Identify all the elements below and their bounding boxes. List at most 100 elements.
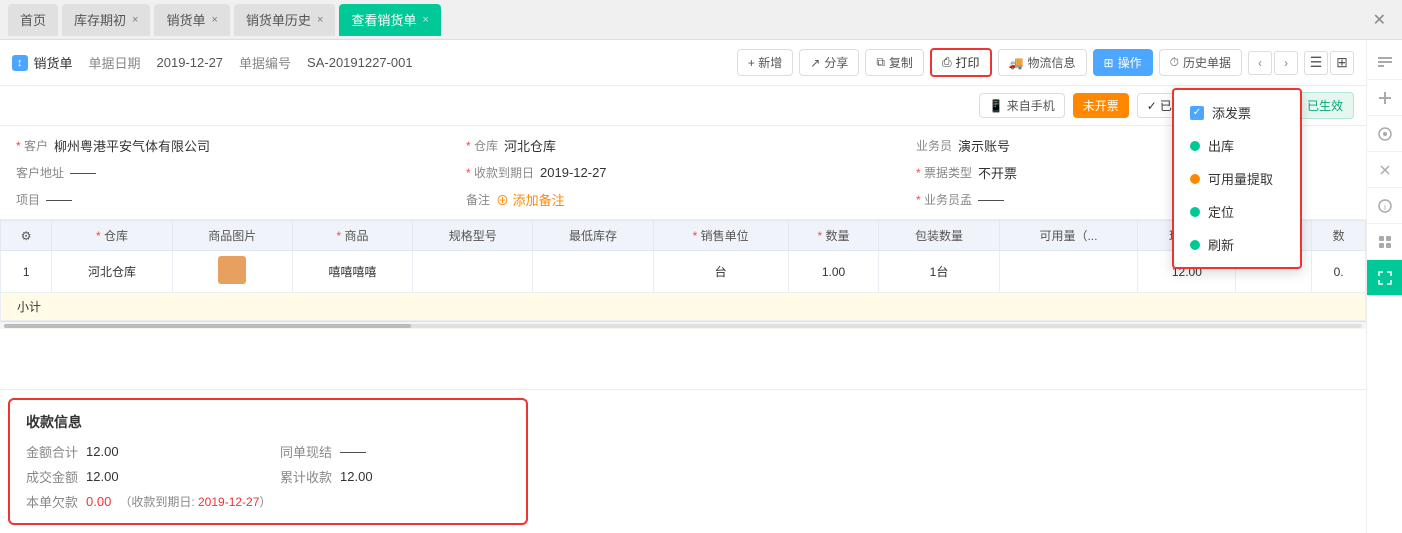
next-button[interactable]: › [1274,51,1298,75]
cell-quantity: 1.00 [788,251,879,293]
share-icon: ↗ [810,56,820,70]
tab-sales[interactable]: 销货单 × [154,4,229,36]
sidebar-icon-4[interactable] [1367,152,1402,188]
col-pack-qty: 包装数量 [879,221,999,251]
history-button[interactable]: ⏱ 历史单据 [1159,49,1242,76]
add-note-button[interactable]: ⊕ 添加备注 [496,190,565,209]
print-label: 打印 [956,54,980,71]
window-close-button[interactable]: ✕ [1365,6,1394,34]
project-label: 项目 [16,191,40,208]
logistics-button[interactable]: 🚚 物流信息 [998,49,1087,76]
arrears-date: 2019-12-27 [198,495,259,509]
number-label: 单据编号 [239,53,291,72]
tab-view-sales-close[interactable]: × [422,14,428,26]
sidebar-icon-5[interactable]: i [1367,188,1402,224]
grid-view-button[interactable]: ⊞ [1330,51,1354,75]
same-settlement-row: 同单现结 —— [280,442,510,461]
tab-sales-history-label: 销货单历史 [246,10,311,29]
check-icon: ✓ [1147,99,1157,113]
subtotal-label: 小计 [1,293,1366,321]
right-sidebar: i [1366,40,1402,533]
sidebar-expand-button[interactable] [1367,260,1402,296]
doc-actions: + 新增 ↗ 分享 ⧉ 复制 ⎙ 打印 🚚 物流信息 [737,48,1354,77]
current-arrears-label: 本单欠款 [26,492,78,511]
tab-view-sales[interactable]: 查看销货单 × [339,4,440,36]
tab-inventory-close[interactable]: × [132,14,138,26]
cell-sales-unit: 台 [653,251,788,293]
refresh-label: 刷新 [1208,235,1234,254]
address-value: —— [70,165,96,180]
print-icon: ⎙ [942,55,952,70]
tab-view-sales-label: 查看销货单 [351,10,416,29]
total-amount-row: 金额合计 12.00 [26,442,256,461]
sidebar-icon-1[interactable] [1367,44,1402,80]
salesperson2-label: 业务员孟 [916,191,972,208]
col-image: 商品图片 [172,221,292,251]
tab-sales-history-close[interactable]: × [317,14,323,26]
sidebar-icon-6[interactable] [1367,224,1402,260]
share-button[interactable]: ↗ 分享 [799,49,859,76]
tab-inventory[interactable]: 库存期初 × [62,4,150,36]
tab-sales-close[interactable]: × [211,14,217,26]
col-gear[interactable]: ⚙ [1,221,52,251]
cell-min-stock [533,251,653,293]
col-amount: 数 [1312,221,1366,251]
warehouse-label: 仓库 [466,137,498,154]
customer-value: 柳州粤港平安气体有限公司 [54,136,210,155]
current-arrears-row: 本单欠款 0.00 （收款到期日: 2019-12-27） [26,492,510,511]
warehouse-row: 仓库 河北仓库 [466,136,900,155]
cell-image [172,251,292,293]
copy-button[interactable]: ⧉ 复制 [865,49,924,76]
cumulative-receipt-row: 累计收款 12.00 [280,467,510,486]
history-label: 历史单据 [1183,54,1231,71]
project-row: 项目 —— [16,190,450,209]
horizontal-scrollbar[interactable] [0,321,1366,329]
scrollbar-track [4,324,1362,328]
subtotal-row: 小计 [1,293,1366,321]
tab-sales-history[interactable]: 销货单历史 × [234,4,335,36]
operation-button[interactable]: ⊞ 操作 [1093,49,1153,76]
dropdown-outbound[interactable]: 出库 [1174,129,1300,162]
dropdown-available-qty[interactable]: 可用量提取 [1174,162,1300,195]
col-product: * 商品 [292,221,412,251]
prev-button[interactable]: ‹ [1248,51,1272,75]
dropdown-refresh[interactable]: 刷新 [1174,228,1300,261]
new-button[interactable]: + 新增 [737,49,793,76]
doc-title: ↕ 销货单 [12,53,73,72]
tab-inventory-label: 库存期初 [74,10,126,29]
plus-icon: ⊕ [496,193,509,208]
sidebar-icon-3[interactable] [1367,116,1402,152]
list-view-button[interactable]: ☰ [1304,51,1328,75]
mobile-button[interactable]: 📱 来自手机 [979,93,1065,118]
product-image [218,256,246,284]
arrears-note: （收款到期日: 2019-12-27） [119,493,271,510]
operation-dropdown: ✓ 添发票 出库 可用量提取 定位 刷新 [1172,88,1302,269]
form-section: 客户 柳州粤港平安气体有限公司 仓库 河北仓库 业务员 演示账号 客户地址 ——… [0,126,1366,220]
current-arrears-value: 0.00 [86,494,111,509]
cumulative-receipt-value: 12.00 [340,469,373,484]
bottom-section: 收款信息 金额合计 12.00 同单现结 —— 成交金额 12.00 [0,389,1366,533]
mobile-label: 来自手机 [1007,97,1055,114]
print-button[interactable]: ⎙ 打印 [930,48,992,77]
col-sales-unit: * 销售单位 [653,221,788,251]
new-label: + 新增 [748,54,782,71]
doc-type-label: 销货单 [34,53,73,72]
data-table-wrapper: ⚙ * 仓库 商品图片 * 商品 规格型号 最低库存 * 销售单位 * 数量 包… [0,220,1366,389]
sales-table: ⚙ * 仓库 商品图片 * 商品 规格型号 最低库存 * 销售单位 * 数量 包… [0,220,1366,321]
cell-pack-qty: 1台 [879,251,999,293]
copy-icon: ⧉ [876,55,885,70]
not-open-button[interactable]: 未开票 [1073,93,1129,118]
payment-title: 收款信息 [26,412,510,432]
sidebar-icon-2[interactable] [1367,80,1402,116]
transaction-amount-label: 成交金额 [26,467,78,486]
dropdown-locate[interactable]: 定位 [1174,195,1300,228]
tab-home[interactable]: 首页 [8,4,58,36]
col-available: 可用量（... [999,221,1138,251]
col-min-stock: 最低库存 [533,221,653,251]
cell-spec [413,251,533,293]
locate-label: 定位 [1208,202,1234,221]
total-amount-label: 金额合计 [26,442,78,461]
operation-label: 操作 [1118,54,1142,71]
customer-row: 客户 柳州粤港平安气体有限公司 [16,136,450,155]
dropdown-add-invoice[interactable]: ✓ 添发票 [1174,96,1300,129]
